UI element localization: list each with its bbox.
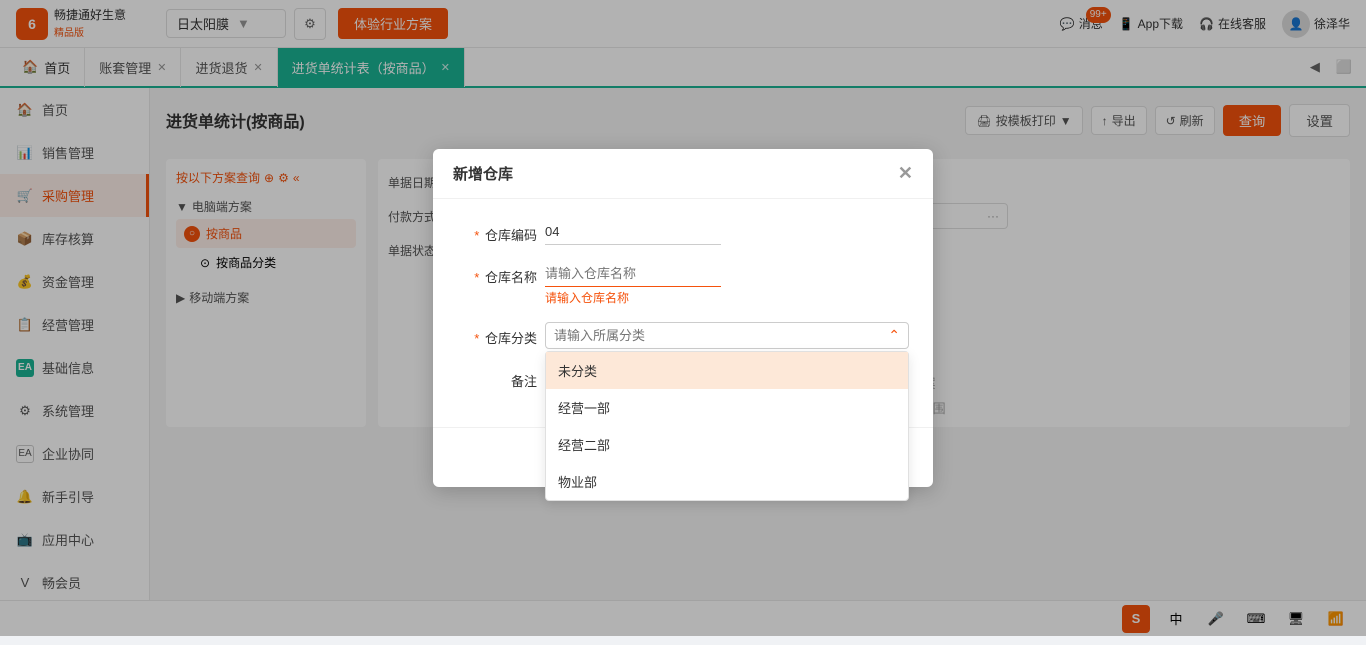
- category-required-mark: *: [474, 331, 479, 346]
- name-error-msg: 请输入仓库名称: [545, 289, 909, 306]
- modal-header: 新增仓库 ✕: [433, 149, 933, 199]
- category-label: * 仓库分类: [457, 322, 537, 347]
- category-field-row: * 仓库分类 ⌃ 未分类 经营一部 经营二部 物业部: [457, 322, 909, 349]
- name-field-row: * 仓库名称 请输入仓库名称: [457, 261, 909, 306]
- code-input-wrap: [545, 219, 909, 245]
- name-input[interactable]: [545, 261, 721, 287]
- category-input-container: ⌃ 未分类 经营一部 经营二部 物业部: [545, 322, 909, 349]
- category-input[interactable]: [554, 328, 900, 343]
- name-label: * 仓库名称: [457, 261, 537, 286]
- code-input[interactable]: [545, 219, 721, 245]
- code-field-row: * 仓库编码: [457, 219, 909, 245]
- modal-title: 新增仓库: [453, 163, 513, 184]
- name-input-wrap: 请输入仓库名称: [545, 261, 909, 306]
- category-input-wrap[interactable]: ⌃: [545, 322, 909, 349]
- dropdown-item-unclassified[interactable]: 未分类: [546, 352, 908, 389]
- new-warehouse-modal: 新增仓库 ✕ * 仓库编码 * 仓库名称 请输入仓库名称: [433, 149, 933, 487]
- remark-label: 备注: [457, 365, 537, 390]
- dropdown-item-dept3[interactable]: 物业部: [546, 463, 908, 500]
- dropdown-item-dept1[interactable]: 经营一部: [546, 389, 908, 426]
- code-label: * 仓库编码: [457, 219, 537, 244]
- modal-body: * 仓库编码 * 仓库名称 请输入仓库名称 * 仓库分类: [433, 199, 933, 427]
- code-required-mark: *: [474, 228, 479, 243]
- name-required-mark: *: [474, 270, 479, 285]
- dropdown-item-dept2[interactable]: 经营二部: [546, 426, 908, 463]
- modal-close-icon[interactable]: ✕: [898, 163, 913, 184]
- category-dropdown: 未分类 经营一部 经营二部 物业部: [545, 351, 909, 501]
- category-collapse-icon[interactable]: ⌃: [888, 327, 900, 344]
